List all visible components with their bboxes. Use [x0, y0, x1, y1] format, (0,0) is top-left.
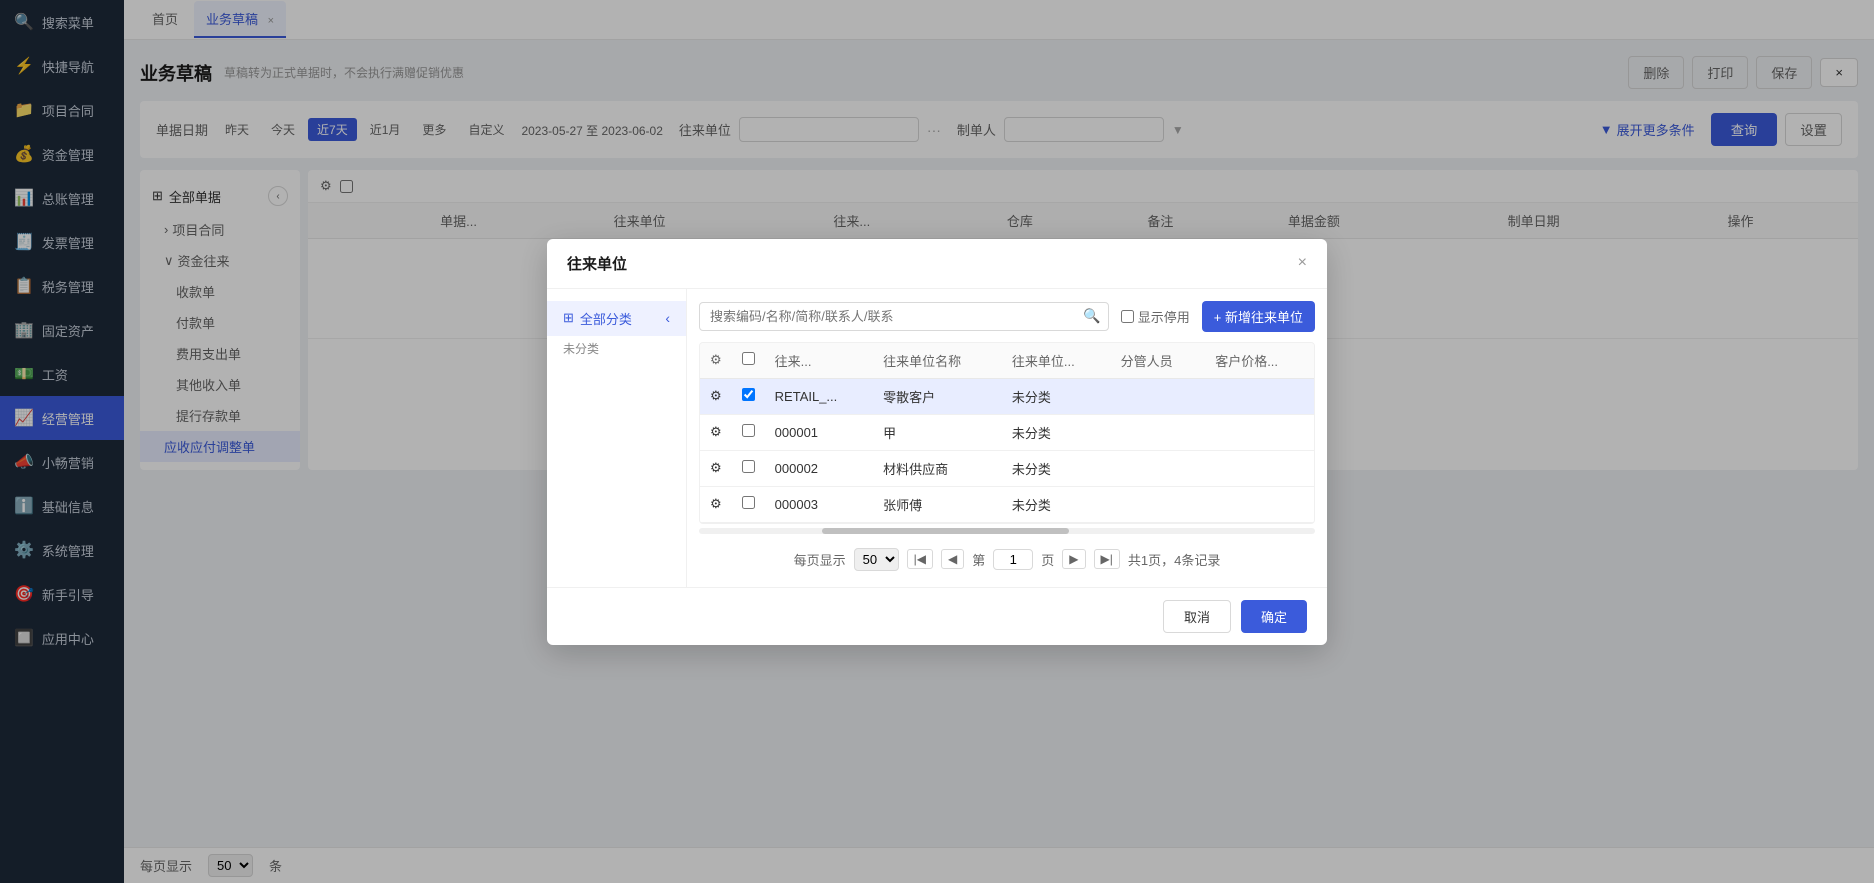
select-all-dialog-checkbox[interactable]: [742, 352, 755, 365]
row-name: 材料供应商: [873, 450, 1002, 486]
row-name: 零散客户: [873, 378, 1002, 414]
page-size-label: 每页显示: [794, 550, 846, 569]
th-name: 往来单位名称: [873, 343, 1002, 379]
th-price-level: 客户价格...: [1205, 343, 1314, 379]
th-manager: 分管人员: [1111, 343, 1206, 379]
counterparty-table: ⚙ 往来... 往来单位名称 往来单位... 分管人员 客户价格... ⚙: [700, 343, 1314, 523]
dialog-sidebar: ⊞ 全部分类 ‹ 未分类: [547, 289, 687, 587]
dialog-table-row[interactable]: ⚙ 000003 张师傅 未分类: [700, 486, 1314, 522]
add-counterparty-button[interactable]: + 新增往来单位: [1202, 301, 1315, 332]
row-code: 000002: [765, 450, 873, 486]
dialog-sidebar-all[interactable]: ⊞ 全部分类 ‹: [547, 301, 686, 336]
dialog-body: ⊞ 全部分类 ‹ 未分类 🔍 显示停用: [547, 289, 1327, 587]
dialog-table: ⚙ 往来... 往来单位名称 往来单位... 分管人员 客户价格... ⚙: [699, 342, 1315, 524]
row-category: 未分类: [1002, 486, 1111, 522]
row-manager: [1111, 450, 1206, 486]
col-settings-icon: ⚙: [710, 352, 722, 367]
row-gear-icon: ⚙: [710, 388, 722, 403]
search-input-wrap: 🔍: [699, 302, 1109, 331]
row-checkbox: [732, 414, 765, 450]
row-code: 000001: [765, 414, 873, 450]
dialog-sidebar-unclassified-label: 未分类: [547, 336, 686, 361]
dialog-page-size-select[interactable]: 50: [854, 548, 899, 571]
dialog-main: 🔍 显示停用 + 新增往来单位 ⚙: [687, 289, 1327, 587]
row-settings: ⚙: [700, 450, 732, 486]
row-category: 未分类: [1002, 450, 1111, 486]
row-code: 000003: [765, 486, 873, 522]
row-select-checkbox[interactable]: [742, 388, 755, 401]
dialog-header: 往来单位 ×: [547, 239, 1327, 289]
dialog-scrollbar-track[interactable]: [699, 528, 1315, 534]
row-code: RETAIL_...: [765, 378, 873, 414]
show-disabled-label[interactable]: 显示停用: [1121, 307, 1190, 326]
row-name: 张师傅: [873, 486, 1002, 522]
row-gear-icon: ⚙: [710, 424, 722, 439]
row-price-level: [1205, 414, 1314, 450]
total-text: 共1页，4条记录: [1128, 550, 1220, 569]
dialog-table-row[interactable]: ⚙ 000002 材料供应商 未分类: [700, 450, 1314, 486]
row-manager: [1111, 486, 1206, 522]
th-checkbox: [732, 343, 765, 379]
page-label: 第: [972, 550, 985, 569]
th-settings: ⚙: [700, 343, 732, 379]
dialog-collapse-btn[interactable]: ‹: [665, 310, 670, 326]
dialog-table-row[interactable]: ⚙ 000001 甲 未分类: [700, 414, 1314, 450]
page-first-btn[interactable]: |◀: [907, 549, 933, 569]
row-select-checkbox[interactable]: [742, 424, 755, 437]
th-code: 往来...: [765, 343, 873, 379]
dialog-close-button[interactable]: ×: [1298, 254, 1307, 272]
row-checkbox: [732, 378, 765, 414]
row-gear-icon: ⚙: [710, 460, 722, 475]
cancel-button[interactable]: 取消: [1163, 600, 1231, 633]
page-next-btn[interactable]: ▶: [1062, 549, 1085, 569]
row-manager: [1111, 378, 1206, 414]
dialog-pagination: 每页显示 50 |◀ ◀ 第 页 ▶ ▶| 共1页，4条记录: [699, 538, 1315, 575]
row-select-checkbox[interactable]: [742, 460, 755, 473]
row-category: 未分类: [1002, 378, 1111, 414]
row-checkbox: [732, 450, 765, 486]
page-word: 页: [1041, 550, 1054, 569]
page-number-input[interactable]: [993, 549, 1033, 570]
th-category: 往来单位...: [1002, 343, 1111, 379]
row-category: 未分类: [1002, 414, 1111, 450]
confirm-button[interactable]: 确定: [1241, 600, 1307, 633]
row-settings: ⚙: [700, 378, 732, 414]
row-select-checkbox[interactable]: [742, 496, 755, 509]
page-prev-btn[interactable]: ◀: [941, 549, 964, 569]
dialog-table-row[interactable]: ⚙ RETAIL_... 零散客户 未分类: [700, 378, 1314, 414]
show-disabled-checkbox[interactable]: [1121, 310, 1134, 323]
row-name: 甲: [873, 414, 1002, 450]
dialog-search-bar: 🔍 显示停用 + 新增往来单位: [699, 301, 1315, 332]
dialog-search-icon: 🔍: [1083, 308, 1100, 325]
row-price-level: [1205, 486, 1314, 522]
page-last-btn[interactable]: ▶|: [1094, 549, 1120, 569]
dialog-overlay: 往来单位 × ⊞ 全部分类 ‹ 未分类 🔍: [0, 0, 1874, 883]
row-price-level: [1205, 450, 1314, 486]
row-price-level: [1205, 378, 1314, 414]
row-checkbox: [732, 486, 765, 522]
dialog-footer: 取消 确定: [547, 587, 1327, 645]
row-gear-icon: ⚙: [710, 496, 722, 511]
row-settings: ⚙: [700, 486, 732, 522]
counterparty-dialog: 往来单位 × ⊞ 全部分类 ‹ 未分类 🔍: [547, 239, 1327, 645]
dialog-scrollbar-thumb[interactable]: [822, 528, 1068, 534]
dialog-search-input[interactable]: [699, 302, 1109, 331]
dialog-title: 往来单位: [567, 253, 627, 274]
row-manager: [1111, 414, 1206, 450]
grid-dots-icon: ⊞: [563, 310, 574, 326]
row-settings: ⚙: [700, 414, 732, 450]
